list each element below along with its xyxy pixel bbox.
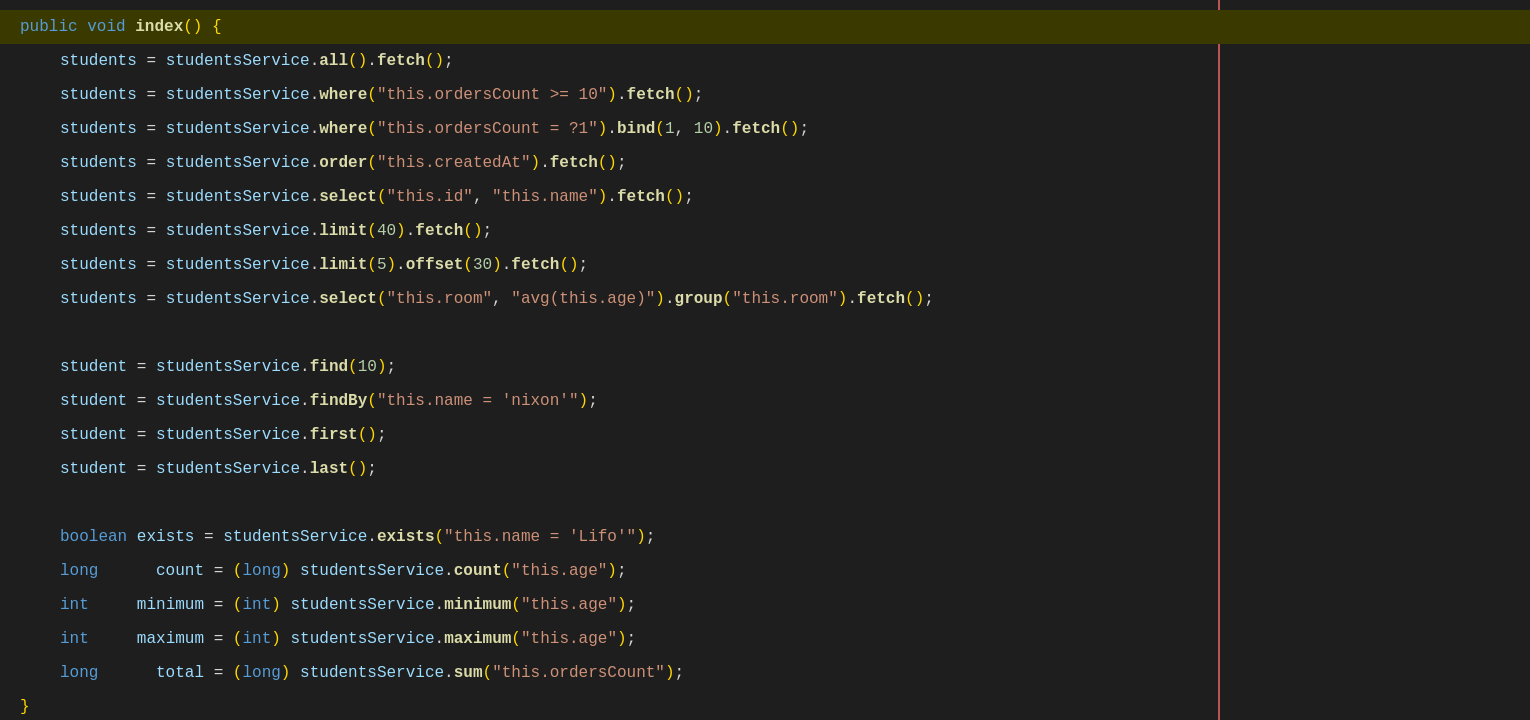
code-line-7: students = studentsService.limit(40).fet… [0, 214, 1530, 248]
method-index: index [135, 10, 183, 44]
code-line-16: boolean exists = studentsService.exists(… [0, 520, 1530, 554]
keyword-public: public [20, 10, 78, 44]
code-line-11: student = studentsService.find(10); [0, 350, 1530, 384]
code-line-20: long total = (long) studentsService.sum(… [0, 656, 1530, 690]
code-line-2: students = studentsService.all().fetch()… [0, 44, 1530, 78]
code-line-14: student = studentsService.last(); [0, 452, 1530, 486]
code-line-4: students = studentsService.where("this.o… [0, 112, 1530, 146]
open-brace: { [212, 10, 222, 44]
blank-line-1 [0, 316, 1530, 350]
code-line-5: students = studentsService.order("this.c… [0, 146, 1530, 180]
code-line-12: student = studentsService.findBy("this.n… [0, 384, 1530, 418]
code-line-9: students = studentsService.select("this.… [0, 282, 1530, 316]
code-line-3: students = studentsService.where("this.o… [0, 78, 1530, 112]
keyword-void: void [87, 10, 125, 44]
code-line-6: students = studentsService.select("this.… [0, 180, 1530, 214]
code-line-18: int minimum = (int) studentsService.mini… [0, 588, 1530, 622]
code-line-17: long count = (long) studentsService.coun… [0, 554, 1530, 588]
blank-line-2 [0, 486, 1530, 520]
code-editor: public void index() { students = student… [0, 0, 1530, 720]
code-line-21: } [0, 690, 1530, 720]
code-line-8: students = studentsService.limit(5).offs… [0, 248, 1530, 282]
code-line-13: student = studentsService.first(); [0, 418, 1530, 452]
code-line-1: public void index() { [0, 10, 1530, 44]
code-line-19: int maximum = (int) studentsService.maxi… [0, 622, 1530, 656]
close-brace: } [20, 690, 30, 720]
